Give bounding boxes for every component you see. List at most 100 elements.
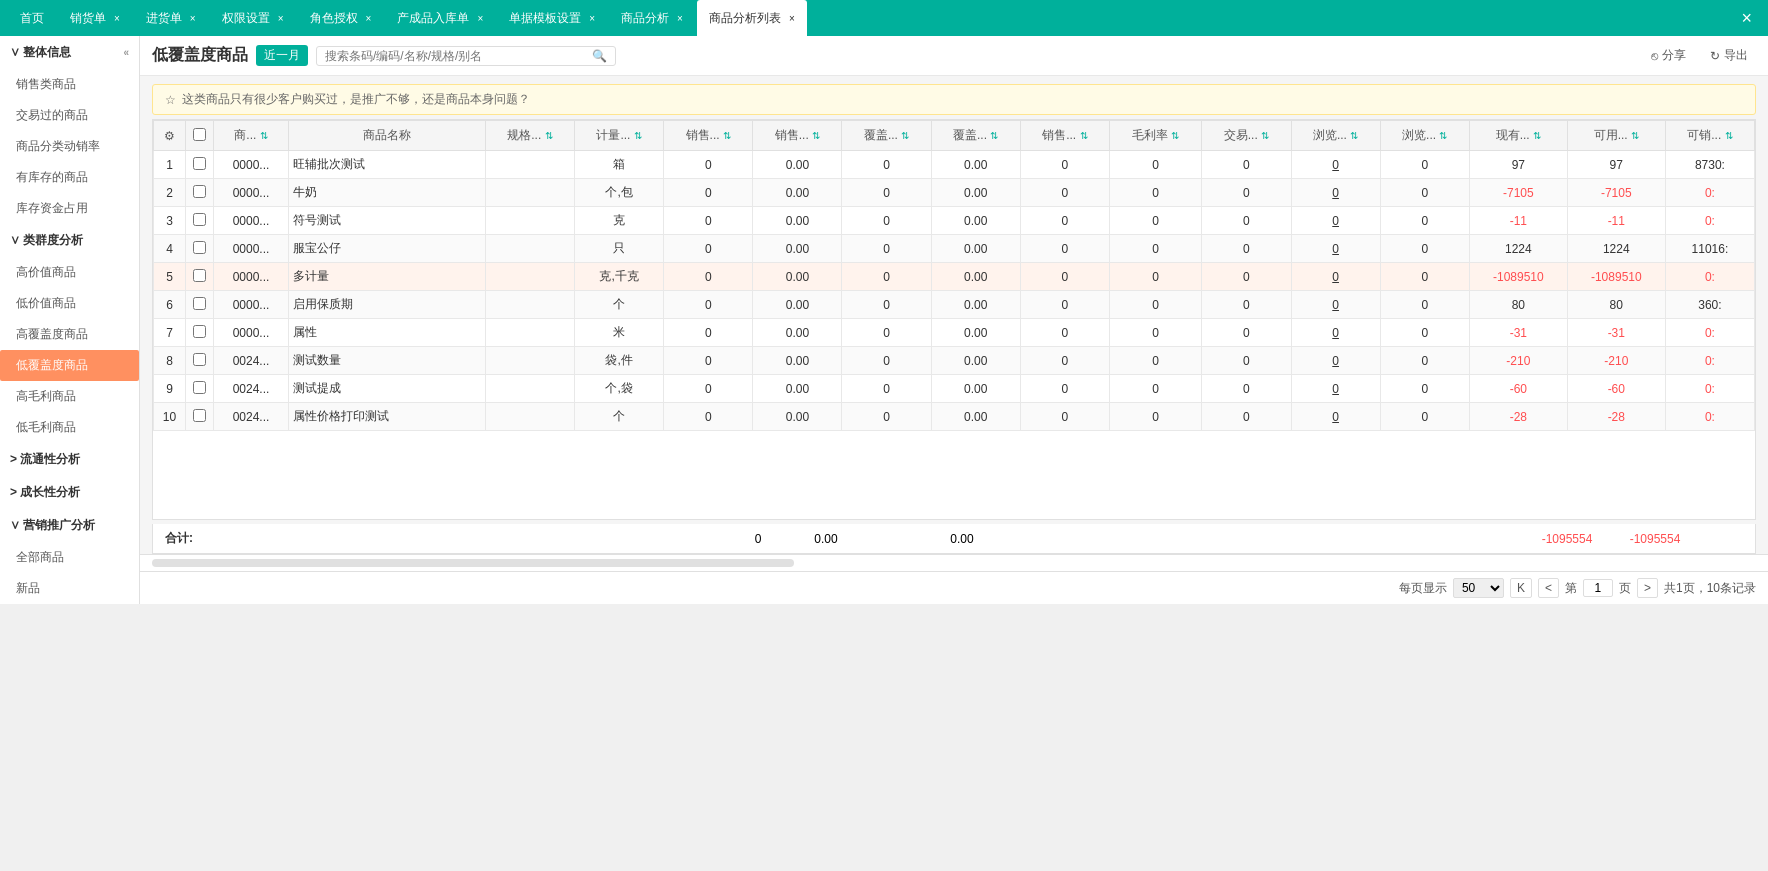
next-page-button[interactable]: > [1637,578,1658,598]
sidebar-item-low-profit[interactable]: 低毛利商品 [0,412,139,443]
col-cover2[interactable]: 覆盖... ⇅ [931,121,1020,151]
nav-close-role[interactable]: × [366,13,372,24]
nav-close-purchase[interactable]: × [190,13,196,24]
page-number-input[interactable] [1583,579,1613,597]
sidebar-item-low-value[interactable]: 低价值商品 [0,288,139,319]
nav-item-home[interactable]: 首页 [8,0,56,36]
sidebar-item-low-coverage[interactable]: 低覆盖度商品 [0,350,139,381]
table-row-checkbox[interactable] [186,319,214,347]
nav-close-analysis-list[interactable]: × [789,13,795,24]
col-spec[interactable]: 规格... ⇅ [485,121,574,151]
sidebar-item-traded-goods[interactable]: 交易过的商品 [0,100,139,131]
sidebar-item-sales-goods[interactable]: 销售类商品 [0,69,139,100]
col-browse2[interactable]: 浏览... ⇅ [1380,121,1469,151]
col-settings[interactable]: ⚙ [154,121,186,151]
table-row-checkbox[interactable] [186,263,214,291]
table-row-cover1: 0 [842,291,931,319]
sidebar-item-category-rate[interactable]: 商品分类动销率 [0,131,139,162]
col-cover1[interactable]: 覆盖... ⇅ [842,121,931,151]
table-row-checkbox[interactable] [186,291,214,319]
table-row-browse1[interactable]: 0 [1291,235,1380,263]
sidebar-group-cluster[interactable]: ∨ 类群度分析 [0,224,139,257]
table-row-browse1[interactable]: 0 [1291,291,1380,319]
nav-item-product[interactable]: 产成品入库单 × [385,0,495,36]
col-stock1[interactable]: 现有... ⇅ [1469,121,1567,151]
export-button[interactable]: ↻ 导出 [1702,44,1756,67]
sidebar-group-liquidity[interactable]: > 流通性分析 [0,443,139,476]
table-row-spec [485,151,574,179]
table-row-browse1[interactable]: 0 [1291,375,1380,403]
nav-item-analysis[interactable]: 商品分析 × [609,0,695,36]
col-stock2[interactable]: 可用... ⇅ [1567,121,1665,151]
page-size-select[interactable]: 50 100 200 [1453,578,1504,598]
nav-item-analysis-list[interactable]: 商品分析列表 × [697,0,807,36]
period-button[interactable]: 近一月 [256,45,308,66]
col-gross[interactable]: 毛利率 ⇅ [1109,121,1201,151]
table-row-browse1[interactable]: 0 [1291,319,1380,347]
table-row-cover2: 0.00 [931,235,1020,263]
table-row-spec [485,207,574,235]
table-row-checkbox[interactable] [186,235,214,263]
table-row-checkbox[interactable] [186,375,214,403]
window-close-button[interactable]: × [1733,8,1760,29]
sidebar-item-high-coverage[interactable]: 高覆盖度商品 [0,319,139,350]
col-name[interactable]: 商品名称 [288,121,485,151]
table-row-checkbox[interactable] [186,207,214,235]
nav-close-analysis[interactable]: × [677,13,683,24]
col-stock3[interactable]: 可销... ⇅ [1665,121,1754,151]
table-row-no: 9 [154,375,186,403]
table-row-browse2: 0 [1380,179,1469,207]
sidebar-group-marketing[interactable]: ∨ 营销推广分析 [0,509,139,542]
sidebar-item-all-goods[interactable]: 全部商品 [0,542,139,573]
search-input[interactable] [325,49,592,63]
table-row-browse1[interactable]: 0 [1291,207,1380,235]
table-row-no: 3 [154,207,186,235]
table-row-browse1[interactable]: 0 [1291,151,1380,179]
col-sales1[interactable]: 销售... ⇅ [664,121,753,151]
sidebar-item-high-profit[interactable]: 高毛利商品 [0,381,139,412]
sidebar-item-high-value[interactable]: 高价值商品 [0,257,139,288]
col-sales3[interactable]: 销售... ⇅ [1020,121,1109,151]
nav-close-permission[interactable]: × [278,13,284,24]
table-row-browse1[interactable]: 0 [1291,403,1380,431]
nav-item-purchase[interactable]: 进货单 × [134,0,208,36]
nav-item-role[interactable]: 角色授权 × [298,0,384,36]
table-row-browse2: 0 [1380,151,1469,179]
nav-close-product[interactable]: × [477,13,483,24]
table-row-checkbox[interactable] [186,403,214,431]
table-row-checkbox[interactable] [186,151,214,179]
sidebar-item-capital[interactable]: 库存资金占用 [0,193,139,224]
footer-stock1: -1095554 [1527,532,1607,546]
sidebar-item-new-goods[interactable]: 新品 [0,573,139,604]
table-row-stock3: 0: [1665,263,1754,291]
nav-close-template[interactable]: × [589,13,595,24]
content-header: 低覆盖度商品 近一月 🔍 ⎋ 分享 ↻ 导出 [140,36,1768,76]
share-button[interactable]: ⎋ 分享 [1643,44,1694,67]
select-all-checkbox[interactable] [193,128,206,141]
nav-close-sales[interactable]: × [114,13,120,24]
col-checkbox-all[interactable] [186,121,214,151]
nav-item-sales[interactable]: 销货单 × [58,0,132,36]
prev-page-button[interactable]: < [1538,578,1559,598]
table-row-checkbox[interactable] [186,347,214,375]
col-browse1[interactable]: 浏览... ⇅ [1291,121,1380,151]
sidebar-group-growth[interactable]: > 成长性分析 [0,476,139,509]
nav-item-permission[interactable]: 权限设置 × [210,0,296,36]
col-code[interactable]: 商... ⇅ [214,121,289,151]
col-unit[interactable]: 计量... ⇅ [575,121,664,151]
table-row-checkbox[interactable] [186,179,214,207]
table-row-stock1: 1224 [1469,235,1567,263]
nav-item-template[interactable]: 单据模板设置 × [497,0,607,36]
table-row-sales1: 0 [664,207,753,235]
search-icon[interactable]: 🔍 [592,49,607,63]
table-row-browse1[interactable]: 0 [1291,263,1380,291]
col-trade[interactable]: 交易... ⇅ [1202,121,1291,151]
scrollbar-area[interactable] [140,554,1768,571]
table-row-browse1[interactable]: 0 [1291,347,1380,375]
sidebar-group-overall[interactable]: ∨ 整体信息 « [0,36,139,69]
table-row-browse1[interactable]: 0 [1291,179,1380,207]
table-row-cover1: 0 [842,151,931,179]
first-page-button[interactable]: K [1510,578,1532,598]
col-sales2[interactable]: 销售... ⇅ [753,121,842,151]
sidebar-item-stock-goods[interactable]: 有库存的商品 [0,162,139,193]
